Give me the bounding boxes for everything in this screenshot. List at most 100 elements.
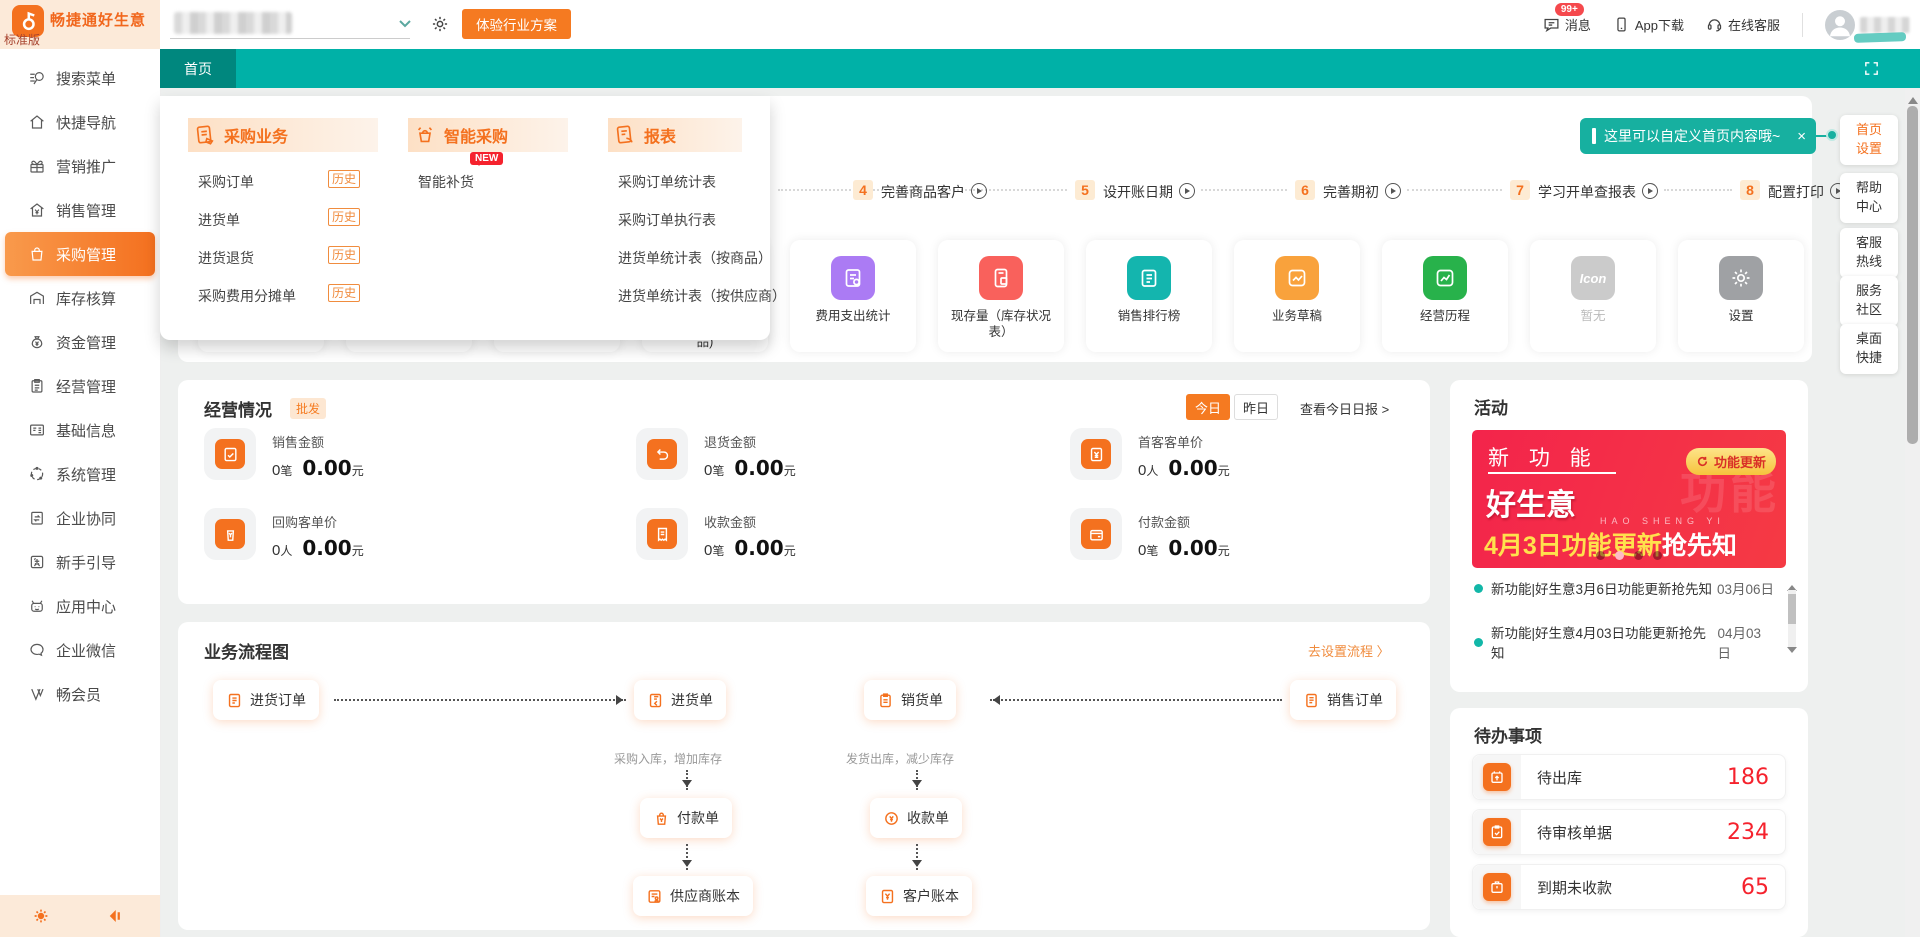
sidebar-item-member[interactable]: 畅会员 [0,672,160,716]
scrollbar-thumb[interactable] [1907,106,1918,444]
menu-item-stock-return[interactable]: 进货退货 [198,248,254,268]
app-download-button[interactable]: App下载 [1613,15,1684,34]
flow-node-purchase-order[interactable]: 进货订单 [213,680,319,720]
todo-count: 186 [1727,764,1769,790]
sidebar-item-quick-nav[interactable]: 快捷导航 [0,100,160,144]
feature-update-pill[interactable]: 功能更新 [1685,448,1776,475]
purchase-menu-dropdown: 采购业务 采购订单 历史 进货单 历史 进货退货 历史 采购费用分摊单 历史 智… [160,96,786,340]
todo-item-pending-audit[interactable]: 待审核单据 234 [1472,809,1786,855]
step-label: 学习开单查报表 [1538,184,1636,200]
menu-item-stockin-stats-supplier[interactable]: 进货单统计表（按供应商） [618,286,786,306]
history-badge[interactable]: 历史 [328,246,361,264]
sidebar-item-app-center[interactable]: 应用中心 [0,584,160,628]
promo-banner[interactable]: 功能 新 功 能 功能更新 好生意 HAO SHENG YI 4月3日功能更新抢… [1472,430,1786,568]
shopping-bag-icon [31,247,43,261]
sidebar-item-newbie-guide[interactable]: 新手引导 [0,540,160,584]
stat-value: 0笔 0.00元 [704,456,796,480]
online-service-button[interactable]: 在线客服 [1706,15,1780,34]
flow-node-purchase-in[interactable]: 进货单 [634,680,726,720]
app-card-expense-stats[interactable]: 费用支出统计 [790,240,916,352]
news-scrollbar[interactable] [1786,580,1798,658]
yesterday-button[interactable]: 昨日 [1234,394,1278,420]
app-card-stock-quantity[interactable]: 现存量（库存状况表） [938,240,1064,352]
menu-item-stock-in[interactable]: 进货单 [198,210,240,230]
step-play-icon[interactable] [971,183,987,199]
scroll-up-arrow[interactable] [1908,92,1918,104]
flow-node-sale-out[interactable]: 销货单 [864,680,956,720]
flow-node-receipt[interactable]: 收款单 [870,798,962,838]
step-play-icon[interactable] [1642,183,1658,199]
stat-value: 0笔 0.00元 [272,456,364,480]
sales-note: 发货出库，减少库存 [846,752,955,766]
flow-setup-link[interactable]: 去设置流程 〉 [1308,641,1390,660]
today-button[interactable]: 今日 [1186,394,1230,420]
collapse-sidebar-icon[interactable] [106,907,124,925]
sidebar-item-sales[interactable]: 销售管理 [0,188,160,232]
app-card-settings[interactable]: 设置 [1678,240,1804,352]
menu-item-smart-replenish[interactable]: 智能补货 [418,172,474,192]
menu-item-purchase-order[interactable]: 采购订单 [198,172,254,192]
page-scrollbar[interactable] [1905,88,1920,937]
flow-node-payment[interactable]: 付款单 [640,798,732,838]
sidebar-item-purchase[interactable]: 采购管理 [5,232,155,276]
carousel-dots[interactable] [1596,551,1662,560]
edge-nav-desktop-shortcut[interactable]: 桌面 快捷 [1840,324,1898,374]
todo-item-overdue-receivable[interactable]: 到期未收款 65 [1472,864,1786,910]
edge-nav-service-community[interactable]: 服务 社区 [1840,276,1898,326]
company-underline [170,38,410,39]
sidebar-item-funds[interactable]: 资金管理 [0,320,160,364]
news-item[interactable]: 新功能|好生意4月03日功能更新抢先知 04月03日 [1474,622,1774,662]
paid-amount-icon [1070,508,1122,560]
banner-pinyin: HAO SHENG YI [1600,516,1725,526]
first-customer-price-icon [1070,428,1122,480]
tab-home[interactable]: 首页 [160,49,236,88]
messages-button[interactable]: 99+ 消息 [1543,3,1591,34]
daily-report-link[interactable]: 查看今日日报 > [1300,399,1389,418]
flow-node-customer-book[interactable]: 客户账本 [866,876,972,916]
news-item[interactable]: 新功能|好生意3月6日功能更新抢先知 03月06日 [1474,578,1774,598]
flow-title: 业务流程图 [204,643,289,662]
todo-item-outbound[interactable]: 待出库 186 [1472,754,1786,800]
step-play-icon[interactable] [1179,183,1195,199]
sidebar-item-system[interactable]: 系统管理 [0,452,160,496]
sidebar-item-marketing[interactable]: 营销推广 [0,144,160,188]
app-card-business-history[interactable]: 经营历程 [1382,240,1508,352]
menu-item-cost-allocation[interactable]: 采购费用分摊单 [198,286,296,306]
sidebar-item-inventory[interactable]: 库存核算 [0,276,160,320]
flow-node-sales-order[interactable]: 销售订单 [1290,680,1396,720]
sidebar-item-search-menu[interactable]: 搜索菜单 [0,56,160,100]
org-settings-gear-icon[interactable] [430,14,450,34]
edge-nav-home-settings[interactable]: 首页 设置 [1840,115,1898,165]
close-icon[interactable]: × [1797,128,1806,145]
receipt-icon [1306,693,1317,707]
app-card-empty[interactable]: Icon 暂无 [1530,240,1656,352]
experience-plan-button[interactable]: 体验行业方案 [462,9,571,39]
settings-gear-icon[interactable] [32,907,50,925]
overdue-icon [1473,865,1521,909]
history-badge[interactable]: 历史 [328,284,361,302]
purchase-doc-icon [196,125,214,145]
received-amount-icon [636,508,688,560]
step-play-icon[interactable] [1385,183,1401,199]
flow-node-supplier-book[interactable]: 供应商账本 [633,876,753,916]
fullscreen-icon[interactable] [1863,60,1880,77]
menu-item-po-execution[interactable]: 采购订单执行表 [618,210,716,230]
sidebar-item-collaboration[interactable]: 企业协同 [0,496,160,540]
history-badge[interactable]: 历史 [328,208,361,226]
smart-basket-icon [417,127,433,143]
gift-icon [30,160,44,173]
sidebar-item-base-info[interactable]: 基础信息 [0,408,160,452]
menu-item-stockin-stats-product[interactable]: 进货单统计表（按商品） [618,248,772,268]
sidebar-item-wechat-work[interactable]: 企业微信 [0,628,160,672]
sidebar-item-operations[interactable]: 经营管理 [0,364,160,408]
app-card-sales-ranking[interactable]: 销售排行榜 [1086,240,1212,352]
menu-item-po-stats[interactable]: 采购订单统计表 [618,172,716,192]
edge-nav-service-hotline[interactable]: 客服 热线 [1840,228,1898,278]
topbar: 体验行业方案 99+ 消息 App下载 在线客服 [160,0,1920,49]
edge-nav-help-center[interactable]: 帮助 中心 [1840,173,1898,223]
news-date: 03月06日 [1716,582,1774,597]
history-badge[interactable]: 历史 [328,170,361,188]
app-card-business-drafts[interactable]: 业务草稿 [1234,240,1360,352]
chevron-down-icon[interactable] [398,18,412,30]
refund-amount-icon [636,428,688,480]
